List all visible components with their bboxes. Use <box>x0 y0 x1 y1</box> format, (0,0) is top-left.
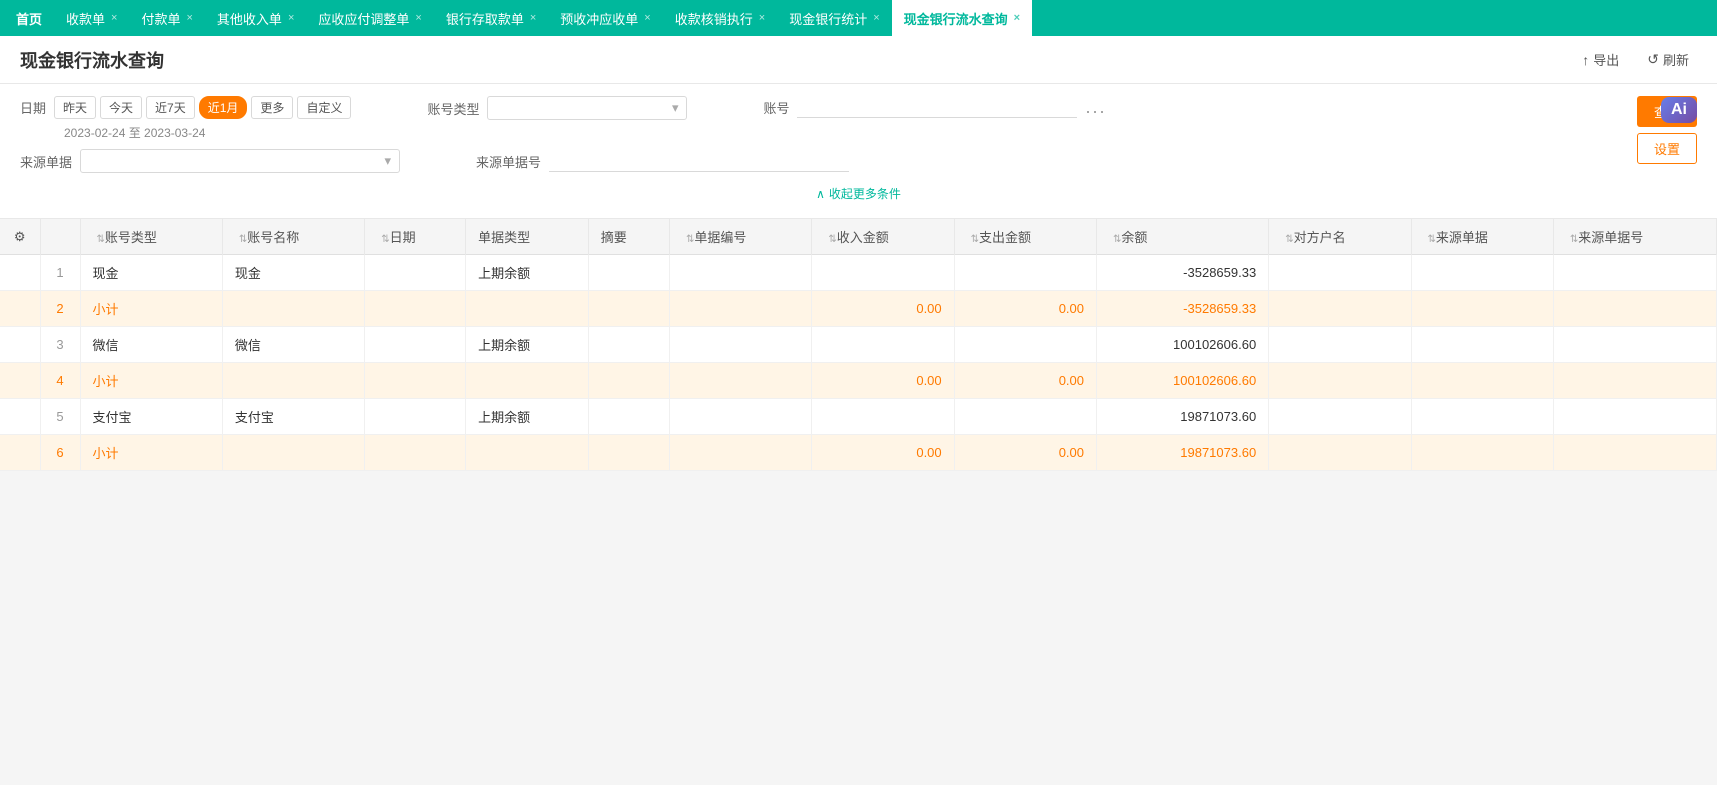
table-row[interactable]: 4小计0.000.00100102606.60 <box>0 363 1717 399</box>
table-row[interactable]: 2小计0.000.00-3528659.33 <box>0 291 1717 327</box>
page-title: 现金银行流水查询 <box>20 47 164 73</box>
col-doc-type: 单据类型 <box>466 219 589 255</box>
close-icon[interactable]: × <box>1014 12 1020 24</box>
account-dots-button[interactable]: ... <box>1085 97 1106 118</box>
nav-item-liushui[interactable]: 现金银行流水查询 × <box>892 0 1032 36</box>
col-doc-no[interactable]: ⇅单据编号 <box>669 219 811 255</box>
col-source-doc-no[interactable]: ⇅来源单据号 <box>1553 219 1716 255</box>
table-row[interactable]: 6小计0.000.0019871073.60 <box>0 435 1717 471</box>
col-summary: 摘要 <box>588 219 669 255</box>
top-nav: 首页 收款单 × 付款单 × 其他收入单 × 应收应付调整单 × 银行存取款单 … <box>0 0 1717 36</box>
settings-button[interactable]: 设置 <box>1637 133 1697 164</box>
account-type-select[interactable]: ▾ <box>487 96 687 120</box>
filter-area: 日期 昨天 今天 近7天 近1月 更多 自定义 账号类型 ▾ <box>0 84 1717 219</box>
sort-icon: ⇅ <box>1113 234 1121 245</box>
header-actions: ↑ 导出 ↺ 刷新 <box>1574 46 1697 73</box>
collapse-bar[interactable]: ∧ 收起更多条件 <box>20 181 1697 206</box>
date-btn-more[interactable]: 更多 <box>251 96 293 119</box>
chevron-down-icon-2: ▾ <box>384 153 391 169</box>
col-source-doc[interactable]: ⇅来源单据 <box>1411 219 1553 255</box>
sort-icon: ⇅ <box>828 234 836 245</box>
close-icon[interactable]: × <box>644 12 650 24</box>
close-icon[interactable]: × <box>759 12 765 24</box>
page-header: 现金银行流水查询 ↑ 导出 ↺ 刷新 <box>0 36 1717 84</box>
col-settings[interactable]: ⚙ <box>0 219 40 255</box>
export-icon: ↑ <box>1582 52 1589 68</box>
account-input[interactable] <box>797 96 1077 118</box>
sort-icon: ⇅ <box>686 234 694 245</box>
col-expense[interactable]: ⇅支出金额 <box>954 219 1096 255</box>
nav-item-shoukuandan[interactable]: 收款单 × <box>54 0 129 36</box>
source-doc-select[interactable]: ▾ <box>80 149 400 173</box>
sort-icon: ⇅ <box>1285 234 1293 245</box>
col-index <box>40 219 80 255</box>
nav-item-shoukuanzhixing[interactable]: 收款核销执行 × <box>663 0 777 36</box>
close-icon[interactable]: × <box>873 12 879 24</box>
date-btn-today[interactable]: 今天 <box>100 96 142 119</box>
sort-icon: ⇅ <box>1570 234 1578 245</box>
nav-home[interactable]: 首页 <box>4 0 54 36</box>
source-doc-label: 来源单据 <box>20 152 72 171</box>
nav-item-yinhangcunqu[interactable]: 银行存取款单 × <box>434 0 548 36</box>
close-icon[interactable]: × <box>186 12 192 24</box>
close-icon[interactable]: × <box>288 12 294 24</box>
collapse-icon: ∧ <box>816 187 825 201</box>
gear-icon[interactable]: ⚙ <box>14 229 26 244</box>
data-table: ⚙ ⇅账号类型 ⇅账号名称 ⇅日期 单据类型 摘要 ⇅单据编号 ⇅收入 <box>0 219 1717 471</box>
nav-item-yushouzheng[interactable]: 预收冲应收单 × <box>548 0 662 36</box>
sort-icon: ⇅ <box>1428 234 1436 245</box>
nav-item-fukuandan[interactable]: 付款单 × <box>129 0 204 36</box>
date-btn-yesterday[interactable]: 昨天 <box>54 96 96 119</box>
nav-item-qitashouru[interactable]: 其他收入单 × <box>205 0 306 36</box>
date-btn-custom[interactable]: 自定义 <box>297 96 351 119</box>
date-btn-7days[interactable]: 近7天 <box>146 96 195 119</box>
col-income[interactable]: ⇅收入金额 <box>812 219 954 255</box>
data-table-container: ⚙ ⇅账号类型 ⇅账号名称 ⇅日期 单据类型 摘要 ⇅单据编号 ⇅收入 <box>0 219 1717 471</box>
refresh-button[interactable]: ↺ 刷新 <box>1639 46 1697 73</box>
date-btn-1month[interactable]: 近1月 <box>199 96 248 119</box>
col-account-type[interactable]: ⇅账号类型 <box>80 219 222 255</box>
date-options: 昨天 今天 近7天 近1月 更多 自定义 <box>54 96 351 119</box>
close-icon[interactable]: × <box>530 12 536 24</box>
export-button[interactable]: ↑ 导出 <box>1574 46 1627 73</box>
sort-icon: ⇅ <box>381 234 389 245</box>
source-doc-no-input[interactable] <box>549 150 849 172</box>
nav-item-tongji[interactable]: 现金银行统计 × <box>777 0 891 36</box>
date-range-display: 2023-02-24 至 2023-03-24 <box>64 126 205 140</box>
close-icon[interactable]: × <box>111 12 117 24</box>
sort-icon: ⇅ <box>239 234 247 245</box>
col-account-name[interactable]: ⇅账号名称 <box>222 219 364 255</box>
refresh-icon: ↺ <box>1647 51 1659 68</box>
chevron-down-icon: ▾ <box>672 100 679 116</box>
close-icon[interactable]: × <box>415 12 421 24</box>
account-label: 账号 <box>763 98 789 117</box>
date-label: 日期 <box>20 98 46 117</box>
source-doc-no-label: 来源单据号 <box>476 152 541 171</box>
account-type-label: 账号类型 <box>427 99 479 118</box>
sort-icon: ⇅ <box>971 234 979 245</box>
ai-badge[interactable]: Ai <box>1661 97 1697 123</box>
col-balance[interactable]: ⇅余额 <box>1097 219 1269 255</box>
nav-item-yingshoutiaozheng[interactable]: 应收应付调整单 × <box>306 0 433 36</box>
sort-icon: ⇅ <box>97 234 105 245</box>
table-row[interactable]: 1现金现金上期余额-3528659.33 <box>0 255 1717 291</box>
table-row[interactable]: 5支付宝支付宝上期余额19871073.60 <box>0 399 1717 435</box>
col-date[interactable]: ⇅日期 <box>365 219 466 255</box>
table-row[interactable]: 3微信微信上期余额100102606.60 <box>0 327 1717 363</box>
col-counter-party[interactable]: ⇅对方户名 <box>1269 219 1411 255</box>
